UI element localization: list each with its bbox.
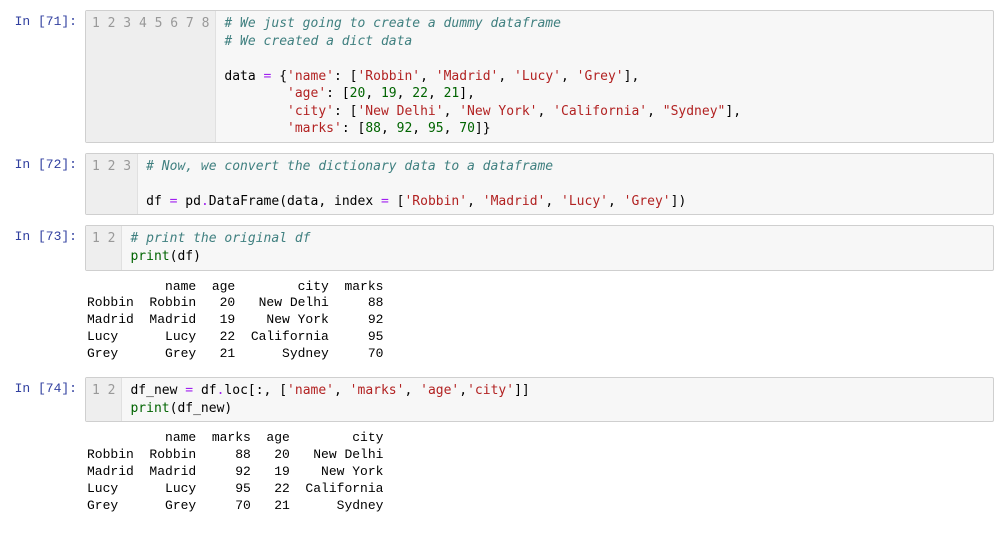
stdout-output: name marks age city Robbin Robbin 88 20 … [85, 424, 385, 522]
code-cell: In [71]: 1 2 3 4 5 6 7 8 # We just going… [0, 10, 1004, 143]
line-number-gutter: 1 2 3 [86, 154, 138, 215]
output-prompt-spacer [0, 424, 85, 522]
line-number-gutter: 1 2 [86, 226, 122, 269]
code-cell: In [72]: 1 2 3 # Now, we convert the dic… [0, 153, 1004, 216]
stdout-output: name age city marks Robbin Robbin 20 New… [85, 273, 385, 371]
code-input-area[interactable]: 1 2 3 4 5 6 7 8 # We just going to creat… [85, 10, 994, 143]
code-input-area[interactable]: 1 2 3 # Now, we convert the dictionary d… [85, 153, 994, 216]
line-number-gutter: 1 2 3 4 5 6 7 8 [86, 11, 216, 142]
code-input-area[interactable]: 1 2 # print the original df print(df) [85, 225, 994, 270]
code-editor[interactable]: df_new = df.loc[:, ['name', 'marks', 'ag… [122, 378, 993, 421]
code-input-area[interactable]: 1 2 df_new = df.loc[:, ['name', 'marks',… [85, 377, 994, 422]
input-prompt: In [71]: [0, 10, 85, 143]
code-editor[interactable]: # print the original df print(df) [122, 226, 993, 269]
input-prompt: In [72]: [0, 153, 85, 216]
code-editor[interactable]: # We just going to create a dummy datafr… [216, 11, 993, 142]
line-number-gutter: 1 2 [86, 378, 122, 421]
input-prompt: In [73]: [0, 225, 85, 270]
output-cell: name marks age city Robbin Robbin 88 20 … [0, 424, 1004, 522]
code-cell: In [74]: 1 2 df_new = df.loc[:, ['name',… [0, 377, 1004, 422]
output-cell: name age city marks Robbin Robbin 20 New… [0, 273, 1004, 371]
input-prompt: In [74]: [0, 377, 85, 422]
notebook: In [71]: 1 2 3 4 5 6 7 8 # We just going… [0, 10, 1004, 523]
output-prompt-spacer [0, 273, 85, 371]
code-cell: In [73]: 1 2 # print the original df pri… [0, 225, 1004, 270]
code-editor[interactable]: # Now, we convert the dictionary data to… [138, 154, 993, 215]
